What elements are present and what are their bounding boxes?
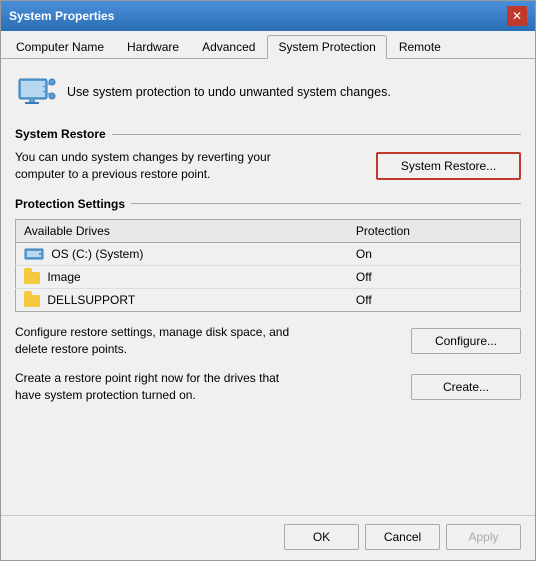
protection-settings-section: Protection Settings Available Drives Pro… xyxy=(15,197,521,404)
configure-description: Configure restore settings, manage disk … xyxy=(15,324,305,358)
protection-settings-header: Protection Settings xyxy=(15,197,521,211)
system-restore-header: System Restore xyxy=(15,127,521,141)
drives-table: Available Drives Protection OS (C:) (Sys xyxy=(15,219,521,313)
table-row[interactable]: DELLSUPPORT Off xyxy=(16,289,521,312)
apply-button[interactable]: Apply xyxy=(446,524,521,550)
system-properties-window: System Properties ✕ Computer Name Hardwa… xyxy=(0,0,536,561)
configure-button[interactable]: Configure... xyxy=(411,328,521,354)
section-divider xyxy=(112,134,521,135)
system-restore-button[interactable]: System Restore... xyxy=(376,152,521,180)
ok-button[interactable]: OK xyxy=(284,524,359,550)
header-description: Use system protection to undo unwanted s… xyxy=(67,85,391,99)
create-description: Create a restore point right now for the… xyxy=(15,370,305,404)
create-button[interactable]: Create... xyxy=(411,374,521,400)
tab-remote[interactable]: Remote xyxy=(388,35,452,58)
footer: OK Cancel Apply xyxy=(1,515,535,560)
protection-settings-title: Protection Settings xyxy=(15,197,125,211)
folder-icon xyxy=(24,272,40,284)
configure-row: Configure restore settings, manage disk … xyxy=(15,324,521,358)
content-area: Use system protection to undo unwanted s… xyxy=(1,59,535,515)
shield-icon xyxy=(15,71,57,113)
column-drives: Available Drives xyxy=(16,219,348,242)
window-title: System Properties xyxy=(9,9,114,23)
restore-row: You can undo system changes by reverting… xyxy=(15,149,521,183)
header-row: Use system protection to undo unwanted s… xyxy=(15,71,521,113)
drive-name-image: Image xyxy=(16,266,348,289)
table-row[interactable]: OS (C:) (System) On xyxy=(16,242,521,266)
create-row: Create a restore point right now for the… xyxy=(15,370,521,404)
system-restore-title: System Restore xyxy=(15,127,106,141)
table-row[interactable]: Image Off xyxy=(16,266,521,289)
tab-computer-name[interactable]: Computer Name xyxy=(5,35,115,58)
section-divider-2 xyxy=(131,203,521,204)
close-button[interactable]: ✕ xyxy=(507,6,527,26)
drive-name-dellsupport: DELLSUPPORT xyxy=(16,289,348,312)
drive-name-os: OS (C:) (System) xyxy=(16,242,348,266)
protection-status-image: Off xyxy=(348,266,521,289)
tabs-bar: Computer Name Hardware Advanced System P… xyxy=(1,31,535,59)
tab-advanced[interactable]: Advanced xyxy=(191,35,266,58)
protection-status-dellsupport: Off xyxy=(348,289,521,312)
folder-icon-2 xyxy=(24,295,40,307)
title-bar: System Properties ✕ xyxy=(1,1,535,31)
protection-status-os: On xyxy=(348,242,521,266)
tab-system-protection[interactable]: System Protection xyxy=(267,35,386,59)
tab-hardware[interactable]: Hardware xyxy=(116,35,190,58)
cancel-button[interactable]: Cancel xyxy=(365,524,440,550)
system-restore-section: System Restore You can undo system chang… xyxy=(15,127,521,183)
column-protection: Protection xyxy=(348,219,521,242)
restore-description: You can undo system changes by reverting… xyxy=(15,149,305,183)
